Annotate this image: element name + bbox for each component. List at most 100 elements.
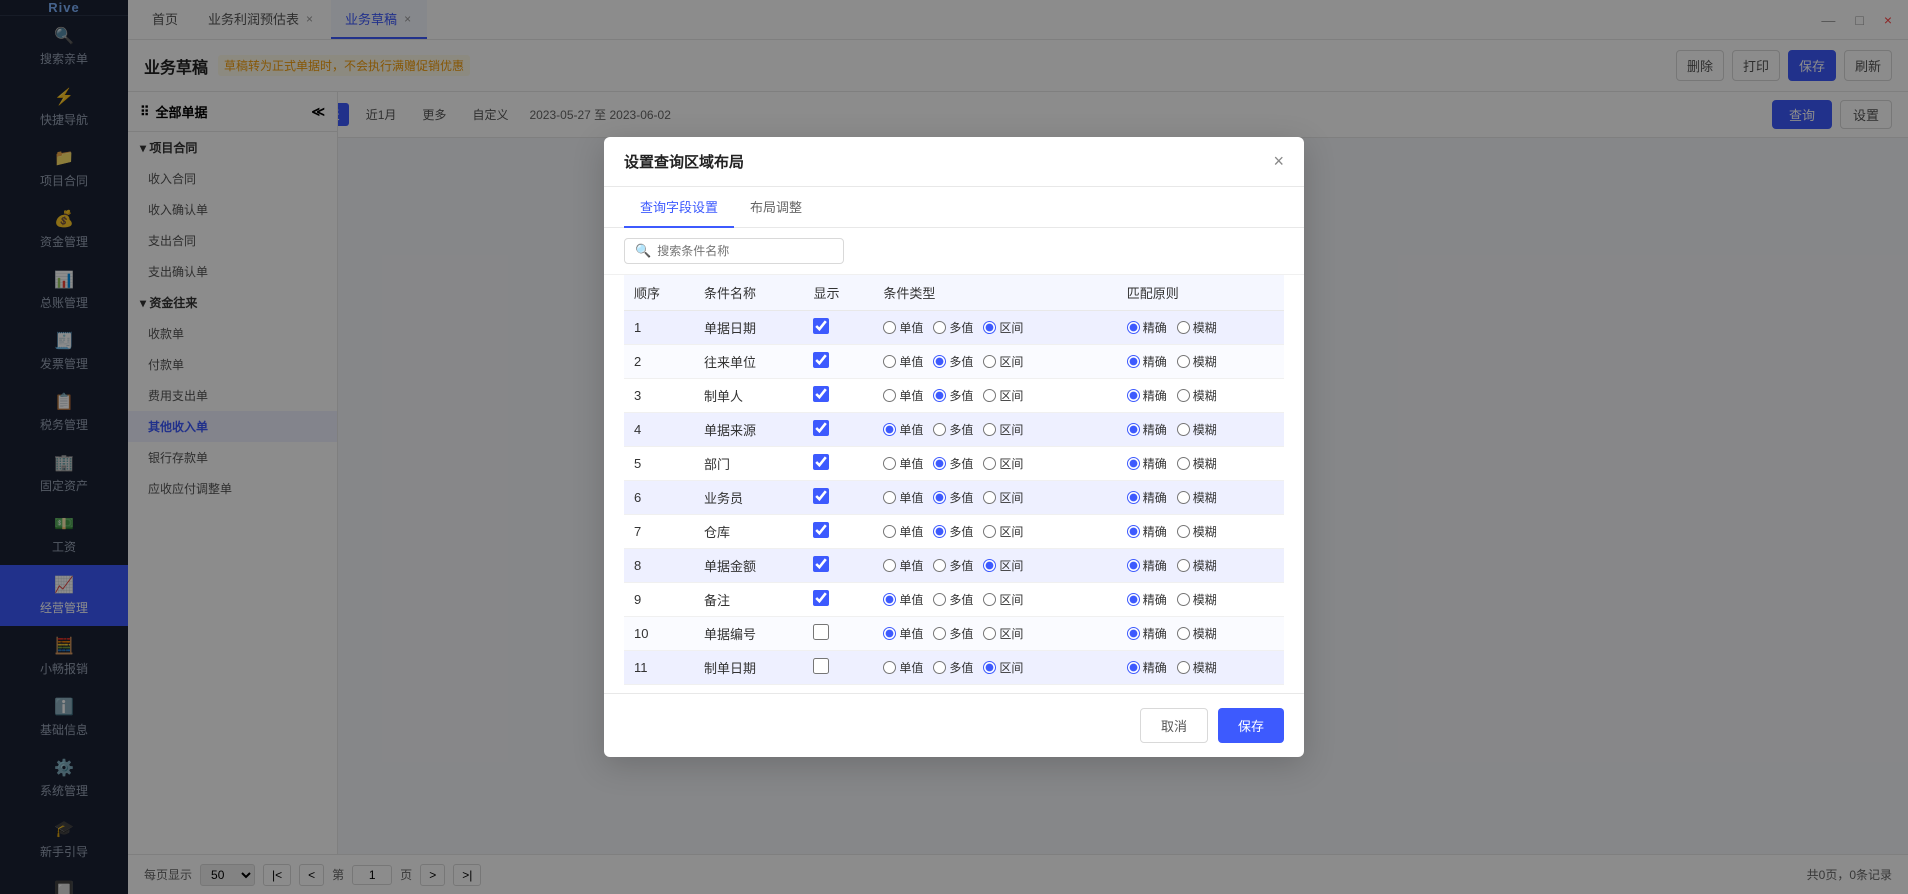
display-checkbox[interactable] [813,522,829,538]
type-radio-label[interactable]: 单值 [883,387,923,404]
type-radio[interactable] [883,321,896,334]
match-radio[interactable] [1127,457,1140,470]
match-radio[interactable] [1177,627,1190,640]
type-radio-label[interactable]: 多值 [933,625,973,642]
type-radio-label[interactable]: 区间 [983,319,1023,336]
display-checkbox[interactable] [813,488,829,504]
type-radio[interactable] [933,321,946,334]
type-radio-label[interactable]: 单值 [883,557,923,574]
type-radio[interactable] [933,389,946,402]
match-radio-label[interactable]: 模糊 [1177,591,1217,608]
type-radio-label[interactable]: 多值 [933,353,973,370]
match-radio-label[interactable]: 精确 [1127,591,1167,608]
type-radio-label[interactable]: 单值 [883,659,923,676]
type-radio[interactable] [883,491,896,504]
type-radio[interactable] [933,661,946,674]
match-radio-label[interactable]: 精确 [1127,387,1167,404]
display-checkbox[interactable] [813,318,829,334]
match-radio-label[interactable]: 精确 [1127,489,1167,506]
type-radio-label[interactable]: 多值 [933,659,973,676]
type-radio-label[interactable]: 多值 [933,387,973,404]
type-radio[interactable] [983,423,996,436]
match-radio-label[interactable]: 模糊 [1177,523,1217,540]
modal-tab-layout[interactable]: 布局调整 [734,187,818,228]
type-radio-label[interactable]: 区间 [983,625,1023,642]
match-radio-label[interactable]: 精确 [1127,557,1167,574]
type-radio-label[interactable]: 单值 [883,319,923,336]
type-radio[interactable] [983,491,996,504]
match-radio-label[interactable]: 精确 [1127,353,1167,370]
match-radio[interactable] [1127,355,1140,368]
match-radio[interactable] [1127,525,1140,538]
type-radio[interactable] [983,661,996,674]
match-radio-label[interactable]: 模糊 [1177,489,1217,506]
display-checkbox[interactable] [813,658,829,674]
type-radio[interactable] [883,389,896,402]
type-radio-label[interactable]: 单值 [883,353,923,370]
type-radio-label[interactable]: 单值 [883,591,923,608]
type-radio[interactable] [933,457,946,470]
match-radio-label[interactable]: 模糊 [1177,455,1217,472]
match-radio[interactable] [1177,593,1190,606]
match-radio[interactable] [1127,593,1140,606]
type-radio-label[interactable]: 区间 [983,557,1023,574]
type-radio[interactable] [933,627,946,640]
search-input[interactable] [657,244,833,258]
cancel-button[interactable]: 取消 [1140,708,1208,743]
type-radio[interactable] [983,525,996,538]
type-radio[interactable] [983,355,996,368]
match-radio-label[interactable]: 精确 [1127,523,1167,540]
match-radio-label[interactable]: 模糊 [1177,659,1217,676]
type-radio-label[interactable]: 多值 [933,557,973,574]
match-radio[interactable] [1177,661,1190,674]
type-radio-label[interactable]: 多值 [933,319,973,336]
match-radio[interactable] [1127,389,1140,402]
type-radio-label[interactable]: 区间 [983,591,1023,608]
type-radio[interactable] [983,321,996,334]
match-radio[interactable] [1127,559,1140,572]
type-radio-label[interactable]: 单值 [883,625,923,642]
type-radio[interactable] [883,559,896,572]
type-radio-label[interactable]: 单值 [883,455,923,472]
type-radio-label[interactable]: 区间 [983,353,1023,370]
match-radio-label[interactable]: 精确 [1127,625,1167,642]
match-radio[interactable] [1127,491,1140,504]
display-checkbox[interactable] [813,454,829,470]
match-radio[interactable] [1127,423,1140,436]
match-radio-label[interactable]: 模糊 [1177,319,1217,336]
modal-save-button[interactable]: 保存 [1218,708,1284,743]
match-radio[interactable] [1177,559,1190,572]
type-radio[interactable] [933,525,946,538]
type-radio-label[interactable]: 多值 [933,523,973,540]
match-radio-label[interactable]: 精确 [1127,659,1167,676]
match-radio[interactable] [1177,389,1190,402]
display-checkbox[interactable] [813,352,829,368]
type-radio-label[interactable]: 单值 [883,489,923,506]
type-radio[interactable] [933,559,946,572]
match-radio-label[interactable]: 模糊 [1177,387,1217,404]
type-radio[interactable] [933,593,946,606]
type-radio[interactable] [983,627,996,640]
match-radio-label[interactable]: 精确 [1127,421,1167,438]
type-radio[interactable] [983,457,996,470]
type-radio-label[interactable]: 区间 [983,489,1023,506]
type-radio-label[interactable]: 区间 [983,659,1023,676]
type-radio[interactable] [983,559,996,572]
type-radio-label[interactable]: 单值 [883,523,923,540]
display-checkbox[interactable] [813,556,829,572]
type-radio[interactable] [983,593,996,606]
type-radio[interactable] [933,355,946,368]
type-radio-label[interactable]: 区间 [983,455,1023,472]
modal-tab-fields[interactable]: 查询字段设置 [624,187,734,228]
type-radio-label[interactable]: 多值 [933,591,973,608]
display-checkbox[interactable] [813,420,829,436]
type-radio-label[interactable]: 多值 [933,455,973,472]
match-radio-label[interactable]: 模糊 [1177,353,1217,370]
match-radio[interactable] [1127,661,1140,674]
display-checkbox[interactable] [813,624,829,640]
type-radio-label[interactable]: 区间 [983,523,1023,540]
type-radio-label[interactable]: 区间 [983,387,1023,404]
type-radio[interactable] [983,389,996,402]
type-radio[interactable] [933,491,946,504]
match-radio-label[interactable]: 模糊 [1177,557,1217,574]
